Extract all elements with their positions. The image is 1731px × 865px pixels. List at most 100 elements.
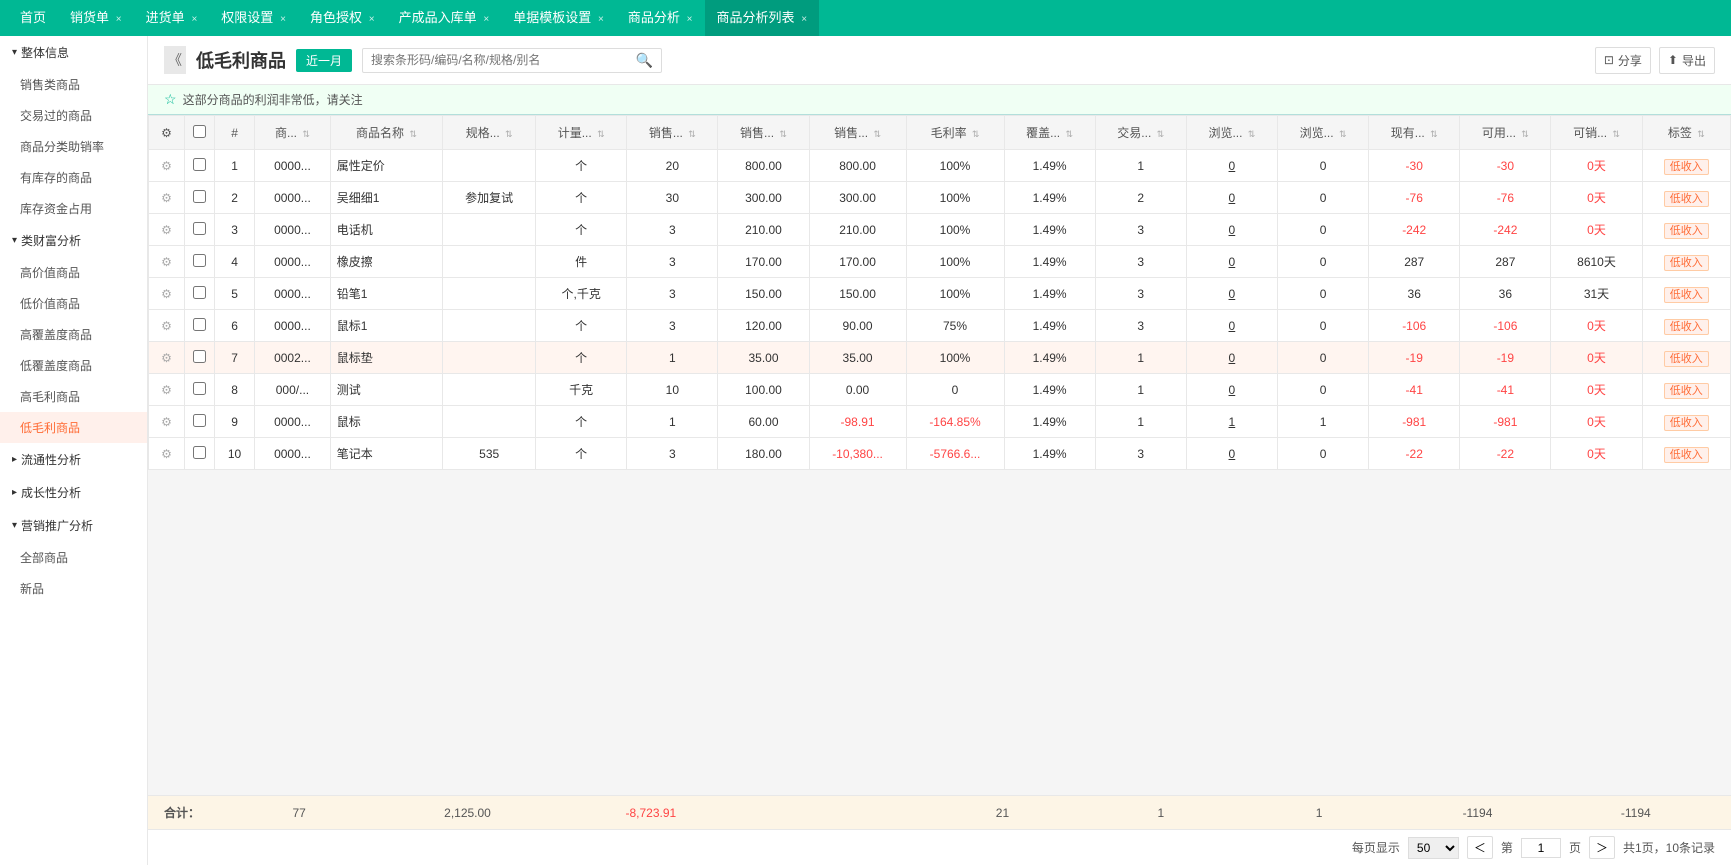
th-spec[interactable]: 规格... ⇅	[443, 116, 536, 150]
row-checkbox-8[interactable]	[193, 414, 206, 427]
cell-checkbox[interactable]	[185, 278, 215, 310]
cell-settings[interactable]: ⚙	[149, 310, 185, 342]
cell-checkbox[interactable]	[185, 214, 215, 246]
th-sales-qty[interactable]: 销售... ⇅	[627, 116, 718, 150]
sidebar-item-low-value[interactable]: 低价值商品	[0, 288, 147, 319]
sidebar-item-low-margin[interactable]: 低毛利商品	[0, 412, 147, 443]
search-icon[interactable]: 🔍	[636, 52, 653, 69]
th-coverage[interactable]: 覆盖... ⇅	[1004, 116, 1095, 150]
nav-permission[interactable]: 权限设置 ×	[209, 0, 298, 36]
sidebar-group-marketing[interactable]: ▾ 营销推广分析	[0, 509, 147, 542]
nav-purchase[interactable]: 进货单 ×	[134, 0, 210, 36]
search-input[interactable]	[371, 53, 636, 67]
sidebar-item-high-margin[interactable]: 高毛利商品	[0, 381, 147, 412]
sidebar-group-liquidity[interactable]: ▸ 流通性分析	[0, 443, 147, 476]
cell-browse1[interactable]: 0	[1186, 342, 1277, 374]
row-checkbox-9[interactable]	[193, 446, 206, 459]
th-checkbox[interactable]	[185, 116, 215, 150]
date-filter-button[interactable]: 近一月	[296, 49, 352, 72]
row-checkbox-6[interactable]	[193, 350, 206, 363]
nav-close-permission[interactable]: ×	[277, 14, 286, 25]
nav-home[interactable]: 首页	[8, 0, 58, 36]
sidebar-item-capital[interactable]: 库存资金占用	[0, 193, 147, 224]
sidebar-collapse-button[interactable]: 《	[164, 46, 186, 74]
sidebar-item-new-products[interactable]: 新品	[0, 573, 147, 604]
cell-settings[interactable]: ⚙	[149, 438, 185, 470]
row-checkbox-2[interactable]	[193, 222, 206, 235]
sidebar-item-high-coverage[interactable]: 高覆盖度商品	[0, 319, 147, 350]
nav-close-product-analysis-list[interactable]: ×	[799, 14, 808, 25]
th-browse1[interactable]: 浏览... ⇅	[1186, 116, 1277, 150]
export-button[interactable]: ⬆ 导出	[1659, 47, 1715, 74]
share-button[interactable]: ⊡ 分享	[1595, 47, 1651, 74]
th-unit[interactable]: 计量... ⇅	[536, 116, 627, 150]
cell-checkbox[interactable]	[185, 406, 215, 438]
row-checkbox-7[interactable]	[193, 382, 206, 395]
nav-close-product-inbound[interactable]: ×	[481, 14, 490, 25]
cell-browse1[interactable]: 0	[1186, 374, 1277, 406]
per-page-select[interactable]: 50 100 200	[1408, 837, 1459, 859]
cell-settings[interactable]: ⚙	[149, 246, 185, 278]
sidebar-item-category-rate[interactable]: 商品分类助销率	[0, 131, 147, 162]
nav-close-purchase[interactable]: ×	[189, 14, 198, 25]
sidebar-group-overall[interactable]: ▾ 整体信息	[0, 36, 147, 69]
th-tag[interactable]: 标签 ⇅	[1642, 116, 1730, 150]
cell-checkbox[interactable]	[185, 438, 215, 470]
row-checkbox-5[interactable]	[193, 318, 206, 331]
cell-browse1[interactable]: 0	[1186, 310, 1277, 342]
th-name[interactable]: 商品名称 ⇅	[330, 116, 442, 150]
cell-browse1[interactable]: 0	[1186, 438, 1277, 470]
th-sellable[interactable]: 可销... ⇅	[1551, 116, 1642, 150]
row-checkbox-3[interactable]	[193, 254, 206, 267]
sidebar-group-growth[interactable]: ▸ 成长性分析	[0, 476, 147, 509]
th-current-stock[interactable]: 现有... ⇅	[1369, 116, 1460, 150]
nav-product-analysis[interactable]: 商品分析 ×	[616, 0, 705, 36]
cell-checkbox[interactable]	[185, 342, 215, 374]
cell-browse1[interactable]: 0	[1186, 214, 1277, 246]
nav-sales[interactable]: 销货单 ×	[58, 0, 134, 36]
cell-browse1[interactable]: 0	[1186, 182, 1277, 214]
th-sales-price[interactable]: 销售... ⇅	[718, 116, 809, 150]
row-checkbox-1[interactable]	[193, 190, 206, 203]
nav-product-inbound[interactable]: 产成品入库单 ×	[387, 0, 502, 36]
page-number-input[interactable]	[1521, 838, 1561, 858]
sidebar-item-low-coverage[interactable]: 低覆盖度商品	[0, 350, 147, 381]
sidebar-group-wealth[interactable]: ▾ 类财富分析	[0, 224, 147, 257]
sidebar-item-traded-products[interactable]: 交易过的商品	[0, 100, 147, 131]
nav-template[interactable]: 单据模板设置 ×	[501, 0, 616, 36]
row-checkbox-0[interactable]	[193, 158, 206, 171]
cell-settings[interactable]: ⚙	[149, 150, 185, 182]
cell-checkbox[interactable]	[185, 150, 215, 182]
cell-checkbox[interactable]	[185, 246, 215, 278]
row-checkbox-4[interactable]	[193, 286, 206, 299]
cell-browse1[interactable]: 0	[1186, 278, 1277, 310]
sidebar-item-sales-products[interactable]: 销售类商品	[0, 69, 147, 100]
th-browse2[interactable]: 浏览... ⇅	[1277, 116, 1368, 150]
cell-checkbox[interactable]	[185, 374, 215, 406]
cell-settings[interactable]: ⚙	[149, 214, 185, 246]
select-all-checkbox[interactable]	[193, 125, 206, 138]
th-sales-amount[interactable]: 销售... ⇅	[809, 116, 906, 150]
cell-browse1[interactable]: 0	[1186, 246, 1277, 278]
cell-checkbox[interactable]	[185, 310, 215, 342]
nav-role[interactable]: 角色授权 ×	[298, 0, 387, 36]
nav-close-role[interactable]: ×	[366, 14, 375, 25]
nav-product-analysis-list[interactable]: 商品分析列表 ×	[705, 0, 820, 36]
th-gross-margin[interactable]: 毛利率 ⇅	[906, 116, 1004, 150]
cell-settings[interactable]: ⚙	[149, 182, 185, 214]
th-code[interactable]: 商... ⇅	[255, 116, 331, 150]
sidebar-item-all-products[interactable]: 全部商品	[0, 542, 147, 573]
th-available[interactable]: 可用... ⇅	[1460, 116, 1551, 150]
cell-browse1[interactable]: 1	[1186, 406, 1277, 438]
cell-checkbox[interactable]	[185, 182, 215, 214]
th-transactions[interactable]: 交易... ⇅	[1095, 116, 1186, 150]
cell-settings[interactable]: ⚙	[149, 278, 185, 310]
cell-settings[interactable]: ⚙	[149, 342, 185, 374]
nav-close-template[interactable]: ×	[595, 14, 604, 25]
cell-settings[interactable]: ⚙	[149, 406, 185, 438]
nav-close-sales[interactable]: ×	[113, 14, 122, 25]
sidebar-item-stock-products[interactable]: 有库存的商品	[0, 162, 147, 193]
cell-browse1[interactable]: 0	[1186, 150, 1277, 182]
cell-settings[interactable]: ⚙	[149, 374, 185, 406]
sidebar-item-high-value[interactable]: 高价值商品	[0, 257, 147, 288]
